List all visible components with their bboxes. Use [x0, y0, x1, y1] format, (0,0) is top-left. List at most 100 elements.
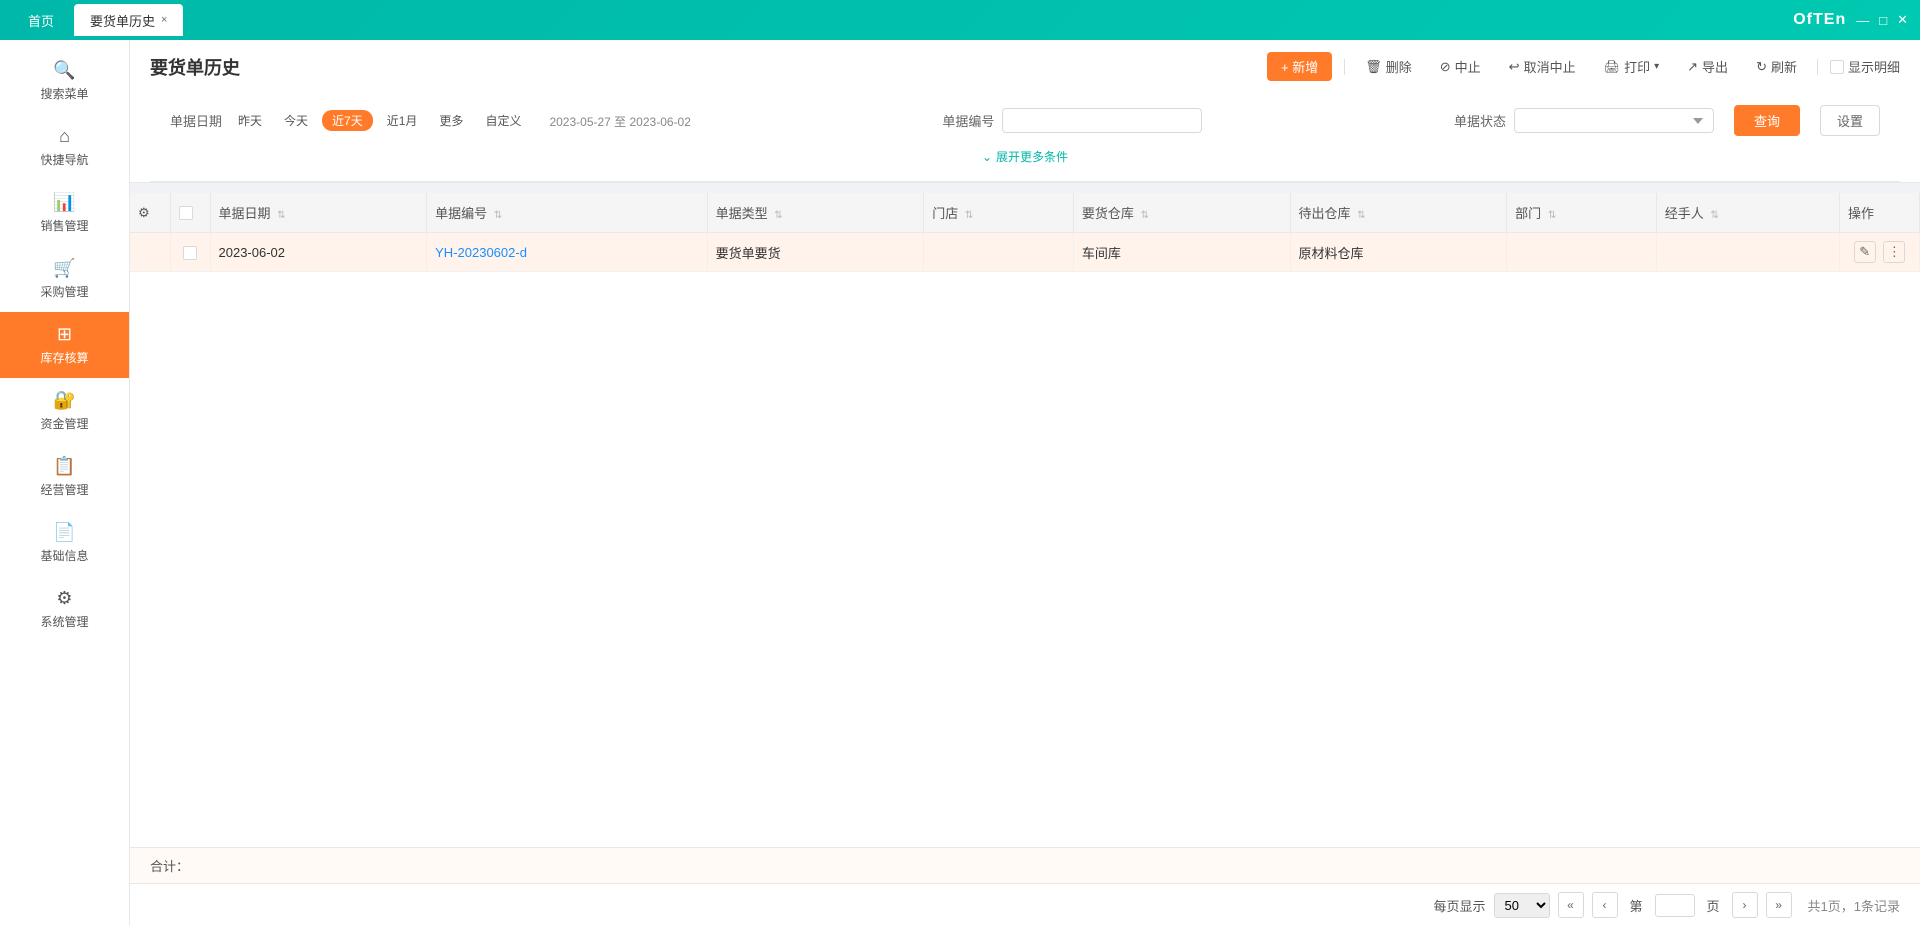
close-window-button[interactable]: ✕ — [1897, 12, 1908, 28]
page-number-input[interactable]: 1 — [1655, 894, 1695, 917]
date-btn-custom[interactable]: 自定义 — [477, 110, 529, 131]
sort-date-icon[interactable]: ⇅ — [277, 210, 285, 221]
sort-handler-icon[interactable]: ⇅ — [1710, 210, 1718, 221]
new-button[interactable]: + 新增 — [1267, 52, 1332, 81]
prev-page-button[interactable]: ‹ — [1592, 892, 1618, 918]
sidebar-label-quick-nav: 快捷导航 — [40, 151, 88, 168]
delete-label: 删除 — [1386, 57, 1412, 76]
page-title-row: 要货单历史 + 新增 🗑 删除 ⊘ 中止 ↩ 取消中止 — [150, 52, 1900, 81]
th-doc-number: 单据编号 ⇅ — [427, 193, 708, 233]
sidebar-item-quick-nav[interactable]: ⌂ 快捷导航 — [0, 114, 129, 180]
row-actions-cell: ✎ ⋮ — [1840, 233, 1920, 272]
brand-text: OfTEn — [1793, 11, 1846, 29]
export-label: 导出 — [1702, 57, 1728, 76]
tab-close-icon[interactable]: × — [161, 14, 167, 26]
row-doc-type-value: 要货单要货 — [716, 246, 781, 261]
doc-status-filter-group: 单据状态 — [1454, 108, 1714, 133]
query-button[interactable]: 查询 — [1734, 105, 1800, 136]
last-page-button[interactable]: » — [1766, 892, 1792, 918]
sidebar-label-system-mgmt: 系统管理 — [40, 613, 88, 630]
row-edit-icon[interactable]: ✎ — [1854, 241, 1876, 263]
sidebar-item-inventory[interactable]: ⊞ 库存核算 — [0, 312, 129, 378]
inventory-icon: ⊞ — [57, 324, 72, 345]
doc-status-select[interactable] — [1514, 108, 1714, 133]
settings-button[interactable]: 设置 — [1820, 105, 1880, 136]
th-doc-type: 单据类型 ⇅ — [707, 193, 924, 233]
sidebar-item-search-menu[interactable]: 🔍 搜索菜单 — [0, 48, 129, 114]
refresh-icon: ↻ — [1756, 59, 1767, 75]
sort-department-icon[interactable]: ⇅ — [1548, 210, 1556, 221]
export-icon: ↗ — [1687, 59, 1698, 75]
display-detail-label: 显示明细 — [1848, 57, 1900, 76]
quick-nav-icon: ⌂ — [59, 126, 70, 147]
stop-button[interactable]: ⊘ 中止 — [1432, 53, 1489, 80]
sales-mgmt-icon: 📊 — [53, 192, 75, 213]
select-all-checkbox[interactable] — [179, 206, 193, 220]
table-body: 2023-06-02 YH-20230602-d 要货单要货 车间库 — [130, 233, 1920, 272]
tab-requisition-history[interactable]: 要货单历史 × — [74, 4, 183, 36]
sidebar-item-purchase-mgmt[interactable]: 🛒 采购管理 — [0, 246, 129, 312]
row-checkbox-cell — [170, 233, 210, 272]
finance-mgmt-icon: 🔐 — [53, 390, 75, 411]
sidebar-item-finance-mgmt[interactable]: 🔐 资金管理 — [0, 378, 129, 444]
row-checkbox[interactable] — [183, 246, 197, 260]
th-doc-number-label: 单据编号 — [435, 206, 487, 221]
sidebar-label-sales-mgmt: 销售管理 — [40, 217, 88, 234]
next-page-button[interactable]: › — [1732, 892, 1758, 918]
date-btn-more[interactable]: 更多 — [431, 110, 471, 131]
table-row: 2023-06-02 YH-20230602-d 要货单要货 车间库 — [130, 233, 1920, 272]
sidebar-item-sales-mgmt[interactable]: 📊 销售管理 — [0, 180, 129, 246]
basic-info-icon: 📄 — [53, 522, 75, 543]
sort-req-warehouse-icon[interactable]: ⇅ — [1141, 210, 1149, 221]
delete-button[interactable]: 🗑 删除 — [1357, 53, 1420, 80]
sort-doc-number-icon[interactable]: ⇅ — [494, 210, 502, 221]
filter-area: 单据日期 昨天 今天 近7天 近1月 更多 自定义 2023-05-27 至 2… — [150, 93, 1900, 182]
doc-number-input[interactable] — [1002, 108, 1202, 133]
row-more-icon[interactable]: ⋮ — [1883, 241, 1905, 263]
data-table: ⚙ 单据日期 ⇅ 单据编号 ⇅ — [130, 193, 1920, 272]
tab-home[interactable]: 首页 — [12, 4, 70, 36]
sidebar-item-basic-info[interactable]: 📄 基础信息 — [0, 510, 129, 576]
row-doc-number-link[interactable]: YH-20230602-d — [435, 245, 527, 260]
date-quick-buttons: 昨天 今天 近7天 近1月 更多 自定义 — [230, 110, 529, 131]
page-size-select[interactable]: 50 10 20 100 — [1494, 893, 1550, 918]
expand-more-btn[interactable]: ⌄ 展开更多条件 — [170, 144, 1880, 169]
th-date: 单据日期 ⇅ — [210, 193, 427, 233]
table-header: ⚙ 单据日期 ⇅ 单据编号 ⇅ — [130, 193, 1920, 233]
minimize-button[interactable]: — — [1856, 13, 1869, 28]
page-label-before: 第 — [1630, 896, 1643, 915]
date-filter-label: 单据日期 — [170, 111, 222, 130]
print-label: 打印 — [1624, 57, 1650, 76]
toolbar-divider-2 — [1817, 59, 1818, 75]
th-pending-warehouse-label: 待出仓库 — [1299, 206, 1351, 221]
settings-col-icon[interactable]: ⚙ — [138, 205, 150, 220]
page-title: 要货单历史 — [150, 54, 240, 80]
date-filter-group: 单据日期 昨天 今天 近7天 近1月 更多 自定义 — [170, 110, 529, 131]
sidebar-item-system-mgmt[interactable]: ⚙ 系统管理 — [0, 576, 129, 642]
first-page-button[interactable]: « — [1558, 892, 1584, 918]
row-doc-number: YH-20230602-d — [427, 233, 708, 272]
refresh-button[interactable]: ↻ 刷新 — [1748, 53, 1805, 80]
stop-icon: ⊘ — [1440, 59, 1451, 75]
display-detail-checkbox[interactable] — [1830, 60, 1844, 74]
date-btn-last1month[interactable]: 近1月 — [379, 110, 426, 131]
sort-store-icon[interactable]: ⇅ — [965, 210, 973, 221]
row-req-warehouse-value: 车间库 — [1082, 246, 1121, 261]
print-button[interactable]: 🖨 打印 ▾ — [1596, 53, 1668, 80]
sort-pending-warehouse-icon[interactable]: ⇅ — [1357, 210, 1365, 221]
page-header: 要货单历史 + 新增 🗑 删除 ⊘ 中止 ↩ 取消中止 — [130, 40, 1920, 183]
date-btn-yesterday[interactable]: 昨天 — [230, 110, 270, 131]
sidebar-item-operations-mgmt[interactable]: 📋 经营管理 — [0, 444, 129, 510]
main-content: 要货单历史 + 新增 🗑 删除 ⊘ 中止 ↩ 取消中止 — [130, 40, 1920, 926]
display-detail-toggle[interactable]: 显示明细 — [1830, 57, 1900, 76]
sort-doc-type-icon[interactable]: ⇅ — [774, 210, 782, 221]
maximize-button[interactable]: □ — [1879, 13, 1887, 28]
tab-bar: 首页 要货单历史 × — [12, 4, 1793, 36]
purchase-mgmt-icon: 🛒 — [53, 258, 75, 279]
row-date: 2023-06-02 — [210, 233, 427, 272]
export-button[interactable]: ↗ 导出 — [1679, 53, 1736, 80]
date-btn-last7days[interactable]: 近7天 — [322, 110, 373, 131]
sidebar-label-finance-mgmt: 资金管理 — [40, 415, 88, 432]
cancel-stop-button[interactable]: ↩ 取消中止 — [1501, 53, 1584, 80]
date-btn-today[interactable]: 今天 — [276, 110, 316, 131]
